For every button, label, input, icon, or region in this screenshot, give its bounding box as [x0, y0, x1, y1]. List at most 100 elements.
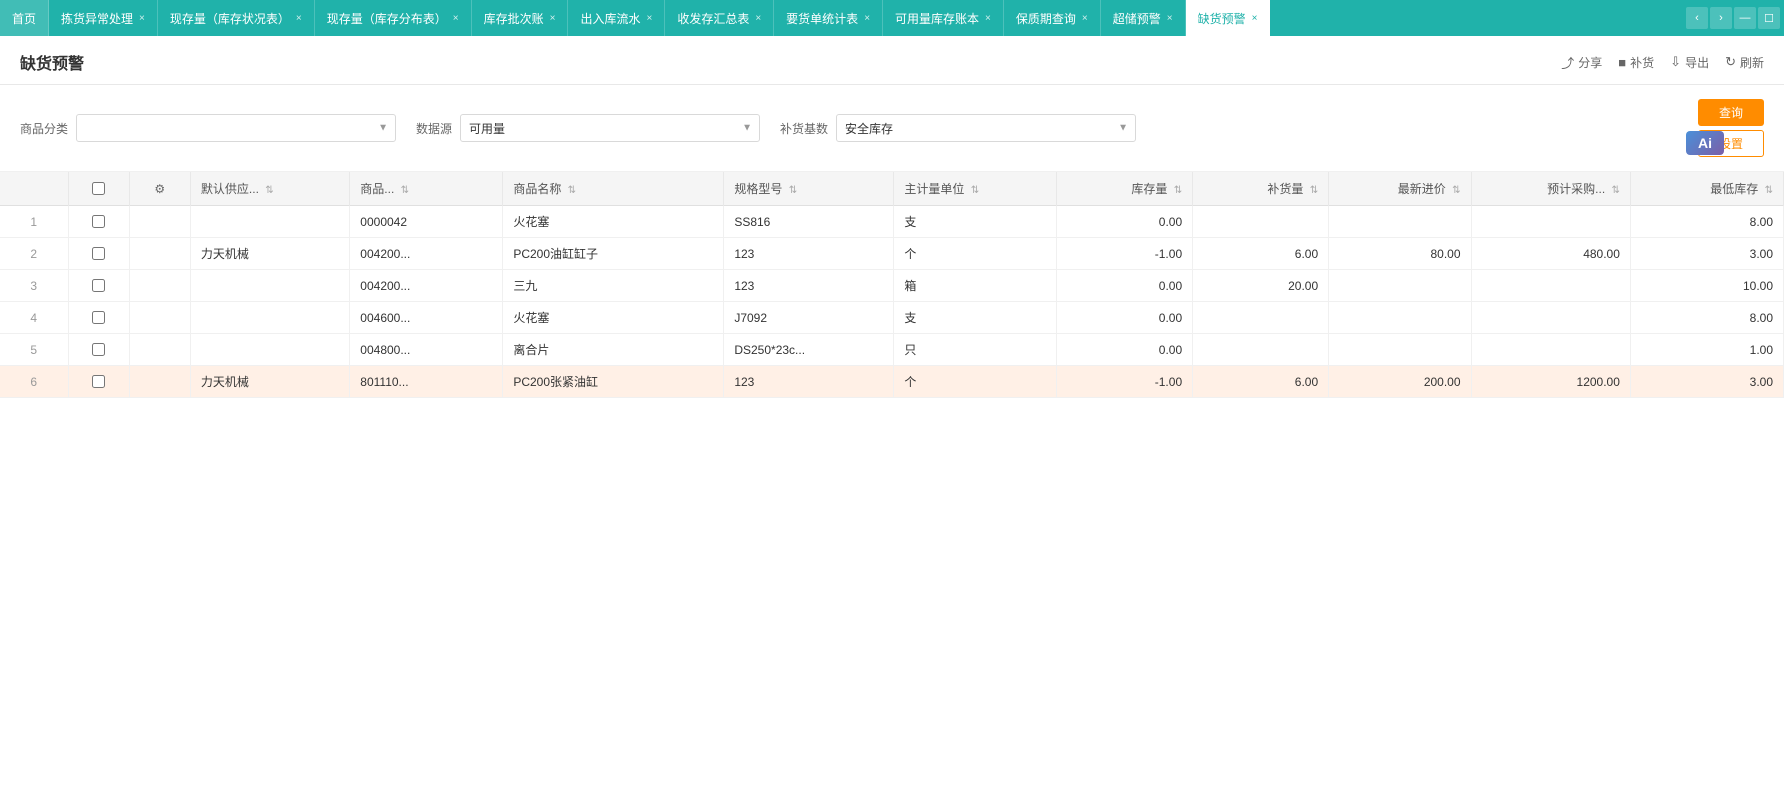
- select-all-checkbox[interactable]: [92, 182, 105, 195]
- tab-close-picking-exception[interactable]: ×: [139, 13, 145, 24]
- main-content: 缺货预警 ⤴ 分享 ■ 补货 ⇩ 导出 ↻ 刷新 商品分类: [0, 36, 1784, 796]
- col-header-latest-price[interactable]: 最新进价 ⇅: [1329, 172, 1471, 206]
- tab-order-stats[interactable]: 要货单统计表 ×: [774, 0, 883, 36]
- cell-spec-3: J7092: [724, 302, 894, 334]
- goods-category-select[interactable]: [76, 114, 396, 142]
- row-checkbox-1[interactable]: [92, 247, 105, 260]
- query-button[interactable]: 查询: [1698, 99, 1764, 126]
- col-header-goods-name[interactable]: 商品名称 ⇅: [503, 172, 724, 206]
- cell-unit-2: 箱: [894, 270, 1057, 302]
- export-icon: ⇩: [1670, 54, 1681, 70]
- table-row: 2 力天机械 004200... PC200油缸缸子 123 个 -1.00 6…: [0, 238, 1784, 270]
- tab-close-collect-summary[interactable]: ×: [755, 13, 761, 24]
- row-checkbox-3[interactable]: [92, 311, 105, 324]
- data-source-select[interactable]: 可用量: [460, 114, 760, 142]
- share-icon: ⤴: [1561, 53, 1574, 72]
- tab-close-order-stats[interactable]: ×: [864, 13, 870, 24]
- tab-inventory-status[interactable]: 现存量（库存状况表） ×: [158, 0, 315, 36]
- cell-supplier-3: [190, 302, 349, 334]
- cell-supplier-2: [190, 270, 349, 302]
- tab-close-inout-flow[interactable]: ×: [646, 13, 652, 24]
- cell-stock-2: 0.00: [1057, 270, 1193, 302]
- col-header-goods-code[interactable]: 商品... ⇅: [350, 172, 503, 206]
- cell-index-5: 6: [0, 366, 68, 398]
- cell-unit-0: 支: [894, 206, 1057, 238]
- tab-picking-exception[interactable]: 拣货异常处理 ×: [49, 0, 158, 36]
- data-source-select-wrapper: 可用量 ▼: [460, 114, 760, 142]
- goods-category-label: 商品分类: [20, 120, 68, 137]
- data-table: ⚙ 默认供应... ⇅ 商品... ⇅ 商品名称 ⇅: [0, 172, 1784, 398]
- tab-maximize-button[interactable]: ☐: [1758, 7, 1780, 29]
- cell-index-1: 2: [0, 238, 68, 270]
- tab-close-shortage-warning[interactable]: ×: [1252, 13, 1258, 24]
- tab-close-available-account[interactable]: ×: [985, 13, 991, 24]
- tab-expiry-query[interactable]: 保质期查询 ×: [1004, 0, 1101, 36]
- cell-latest-price-2: [1329, 270, 1471, 302]
- ai-badge[interactable]: Ai: [1686, 131, 1724, 155]
- export-button[interactable]: ⇩ 导出: [1670, 54, 1709, 71]
- tab-close-expiry-query[interactable]: ×: [1082, 13, 1088, 24]
- col-header-supplier[interactable]: 默认供应... ⇅: [190, 172, 349, 206]
- cell-spec-4: DS250*23c...: [724, 334, 894, 366]
- row-checkbox-0[interactable]: [92, 215, 105, 228]
- tab-close-inventory-dist[interactable]: ×: [453, 13, 459, 24]
- replenish-base-select[interactable]: 安全库存: [836, 114, 1136, 142]
- tab-inout-flow[interactable]: 出入库流水 ×: [568, 0, 665, 36]
- row-checkbox-2[interactable]: [92, 279, 105, 292]
- tab-next-button[interactable]: ›: [1710, 7, 1732, 29]
- col-header-unit[interactable]: 主计量单位 ⇅: [894, 172, 1057, 206]
- col-header-stock[interactable]: 库存量 ⇅: [1057, 172, 1193, 206]
- cell-min-stock-1: 3.00: [1630, 238, 1783, 270]
- sort-icon-goods-code: ⇅: [401, 185, 409, 196]
- sort-icon-stock: ⇅: [1174, 185, 1182, 196]
- col-header-min-stock[interactable]: 最低库存 ⇅: [1630, 172, 1783, 206]
- refresh-button[interactable]: ↻ 刷新: [1725, 54, 1764, 71]
- sort-icon-latest-price: ⇅: [1452, 185, 1460, 196]
- cell-est-purchase-2: [1471, 270, 1630, 302]
- cell-index-0: 1: [0, 206, 68, 238]
- replenish-base-label: 补货基数: [780, 120, 828, 137]
- cell-check-4: [68, 334, 129, 366]
- tab-close-inventory-status[interactable]: ×: [296, 13, 302, 24]
- tab-collect-summary[interactable]: 收发存汇总表 ×: [665, 0, 774, 36]
- tab-close-batch-account[interactable]: ×: [550, 13, 556, 24]
- cell-est-purchase-3: [1471, 302, 1630, 334]
- tab-inventory-dist[interactable]: 现存量（库存分布表） ×: [315, 0, 472, 36]
- table-gear-icon[interactable]: ⚙: [154, 182, 165, 196]
- cell-gear-1: [129, 238, 190, 270]
- replenish-button[interactable]: ■ 补货: [1618, 54, 1654, 71]
- tab-home[interactable]: 首页: [0, 0, 49, 36]
- sort-icon-min-stock: ⇅: [1765, 185, 1773, 196]
- tab-prev-button[interactable]: ‹: [1686, 7, 1708, 29]
- tab-shortage-warning[interactable]: 缺货预警 ×: [1186, 0, 1271, 36]
- row-checkbox-5[interactable]: [92, 375, 105, 388]
- tab-available-account[interactable]: 可用量库存账本 ×: [883, 0, 1004, 36]
- table-row: 1 0000042 火花塞 SS816 支 0.00 8.00: [0, 206, 1784, 238]
- cell-min-stock-0: 8.00: [1630, 206, 1783, 238]
- tab-minimize-button[interactable]: —: [1734, 7, 1756, 29]
- share-button[interactable]: ⤴ 分享: [1561, 53, 1602, 72]
- tab-close-overstock-warning[interactable]: ×: [1167, 13, 1173, 24]
- cell-stock-0: 0.00: [1057, 206, 1193, 238]
- cell-index-3: 4: [0, 302, 68, 334]
- tab-bar: 首页 拣货异常处理 × 现存量（库存状况表） × 现存量（库存分布表） × 库存…: [0, 0, 1784, 36]
- cell-replenish-qty-0: [1193, 206, 1329, 238]
- tab-overstock-warning[interactable]: 超储预警 ×: [1101, 0, 1186, 36]
- cell-est-purchase-0: [1471, 206, 1630, 238]
- cell-gear-0: [129, 206, 190, 238]
- cell-gear-5: [129, 366, 190, 398]
- col-header-est-purchase[interactable]: 预计采购... ⇅: [1471, 172, 1630, 206]
- cell-replenish-qty-2: 20.00: [1193, 270, 1329, 302]
- table-row: 5 004800... 离合片 DS250*23c... 只 0.00 1.00: [0, 334, 1784, 366]
- sort-icon-supplier: ⇅: [265, 185, 273, 196]
- cell-goods-name-4: 离合片: [503, 334, 724, 366]
- table-header-row: ⚙ 默认供应... ⇅ 商品... ⇅ 商品名称 ⇅: [0, 172, 1784, 206]
- cell-goods-code-4: 004800...: [350, 334, 503, 366]
- cell-stock-1: -1.00: [1057, 238, 1193, 270]
- tab-batch-account[interactable]: 库存批次账 ×: [472, 0, 569, 36]
- cell-check-0: [68, 206, 129, 238]
- row-checkbox-4[interactable]: [92, 343, 105, 356]
- col-header-replenish-qty[interactable]: 补货量 ⇅: [1193, 172, 1329, 206]
- col-header-spec[interactable]: 规格型号 ⇅: [724, 172, 894, 206]
- cell-unit-3: 支: [894, 302, 1057, 334]
